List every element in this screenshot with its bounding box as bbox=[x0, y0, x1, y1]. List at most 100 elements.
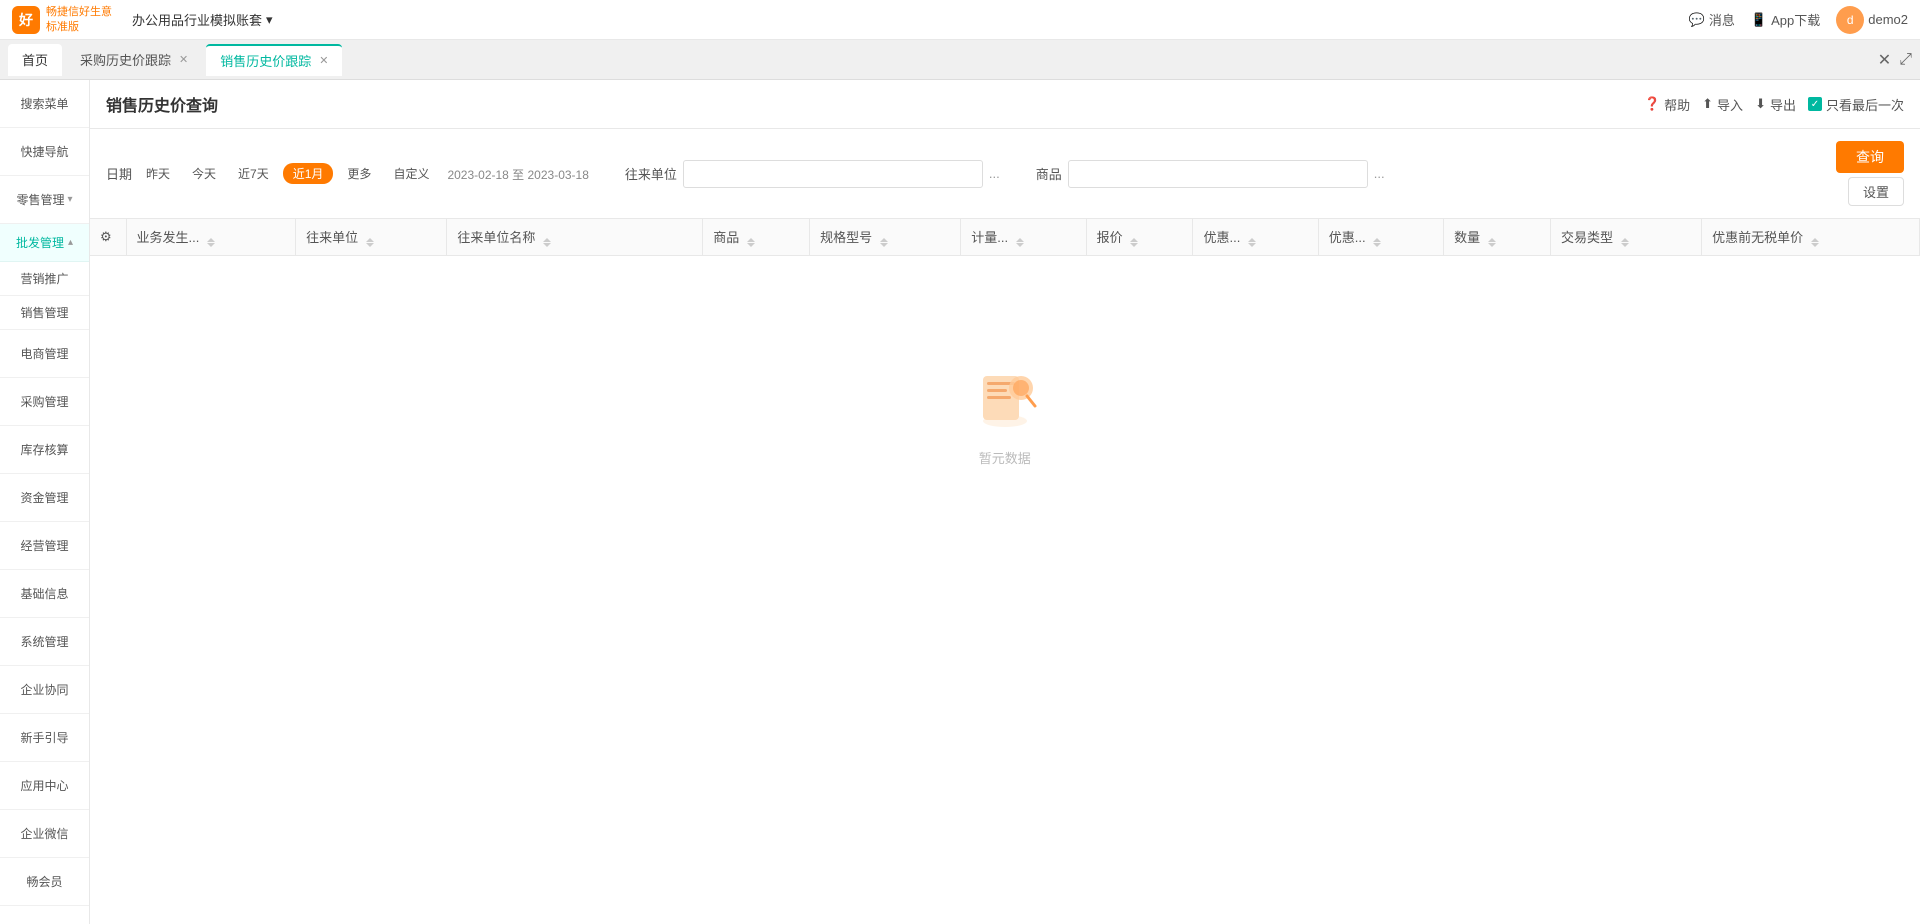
sort-trade-type[interactable] bbox=[1621, 238, 1629, 247]
user-nav[interactable]: d demo2 bbox=[1836, 6, 1908, 34]
query-button[interactable]: 查询 bbox=[1836, 141, 1904, 173]
sort-quote[interactable] bbox=[1130, 238, 1138, 247]
app-download-nav[interactable]: 📱 App下载 bbox=[1751, 10, 1820, 29]
source-unit-label: 往来单位 bbox=[625, 164, 677, 183]
tab-sales-history[interactable]: 销售历史价跟踪 ✕ bbox=[206, 44, 342, 76]
th-product[interactable]: 商品 bbox=[703, 219, 810, 256]
sidebar-item-vip-member[interactable]: 畅会员 bbox=[0, 858, 89, 906]
sidebar-item-basic-info[interactable]: 基础信息 bbox=[0, 570, 89, 618]
close-purchase-tab-icon[interactable]: ✕ bbox=[179, 53, 188, 66]
sidebar-item-purchase[interactable]: 采购管理 bbox=[0, 378, 89, 426]
sort-product[interactable] bbox=[747, 238, 755, 247]
sidebar-item-enterprise-wechat[interactable]: 企业微信 bbox=[0, 810, 89, 858]
sidebar-item-system[interactable]: 系统管理 bbox=[0, 618, 89, 666]
sort-discount2[interactable] bbox=[1373, 238, 1381, 247]
sidebar-label-finance: 资金管理 bbox=[20, 489, 68, 506]
close-all-tabs-icon[interactable]: ✕ bbox=[1878, 50, 1891, 70]
data-table: ⚙ 业务发生... 往来单位 bbox=[90, 219, 1920, 567]
sort-up-icon bbox=[1621, 238, 1629, 242]
date-btn-1month[interactable]: 近1月 bbox=[283, 163, 334, 184]
settings-button[interactable]: 设置 bbox=[1848, 177, 1904, 206]
date-btn-today[interactable]: 今天 bbox=[184, 163, 224, 184]
sort-pretax[interactable] bbox=[1811, 238, 1819, 247]
message-nav[interactable]: 💬 消息 bbox=[1689, 10, 1735, 29]
user-name-label: demo2 bbox=[1868, 12, 1908, 27]
sidebar-item-wholesale-mgmt[interactable]: 批发管理 ▴ bbox=[0, 224, 89, 262]
sidebar-item-inventory[interactable]: 库存核算 bbox=[0, 426, 89, 474]
th-spec[interactable]: 规格型号 bbox=[810, 219, 961, 256]
sort-down-icon bbox=[1811, 243, 1819, 247]
sort-discount1[interactable] bbox=[1248, 238, 1256, 247]
th-unit-measure[interactable]: 计量... bbox=[961, 219, 1086, 256]
source-unit-input[interactable] bbox=[683, 160, 983, 188]
date-filter: 日期 昨天 今天 近7天 近1月 更多 自定义 2023-02-18 至 202… bbox=[106, 163, 589, 184]
date-range-display: 2023-02-18 至 2023-03-18 bbox=[447, 166, 588, 183]
sidebar-label-enterprise-coop: 企业协同 bbox=[20, 681, 68, 698]
table-container: ⚙ 业务发生... 往来单位 bbox=[90, 219, 1920, 924]
date-btn-custom[interactable]: 自定义 bbox=[385, 163, 437, 184]
logo-icon: 好 bbox=[12, 6, 40, 34]
date-btn-yesterday[interactable]: 昨天 bbox=[138, 163, 178, 184]
sort-spec[interactable] bbox=[880, 238, 888, 247]
tab-purchase-history[interactable]: 采购历史价跟踪 ✕ bbox=[66, 44, 202, 76]
date-btn-more[interactable]: 更多 bbox=[339, 163, 379, 184]
sidebar-item-finance[interactable]: 资金管理 bbox=[0, 474, 89, 522]
sort-qty[interactable] bbox=[1488, 238, 1496, 247]
th-biz-date[interactable]: 业务发生... bbox=[126, 219, 296, 256]
th-pretax[interactable]: 优惠前无税单价 bbox=[1702, 219, 1920, 256]
th-unit-name[interactable]: 往来单位名称 bbox=[447, 219, 703, 256]
product-dots[interactable]: ... bbox=[1374, 166, 1385, 181]
th-quote[interactable]: 报价 bbox=[1086, 219, 1193, 256]
sort-down-icon bbox=[1488, 243, 1496, 247]
sidebar-item-retail-mgmt[interactable]: 零售管理 ▾ bbox=[0, 176, 89, 224]
gear-icon[interactable]: ⚙ bbox=[100, 229, 112, 244]
sidebar-label-basic-info: 基础信息 bbox=[20, 585, 68, 602]
checkbox-only-last[interactable]: ✓ bbox=[1808, 97, 1822, 111]
sort-up-icon bbox=[1488, 238, 1496, 242]
sidebar-item-enterprise-coop[interactable]: 企业协同 bbox=[0, 666, 89, 714]
sort-unit-measure[interactable] bbox=[1016, 238, 1024, 247]
sort-up-icon bbox=[207, 238, 215, 242]
table-header-row: ⚙ 业务发生... 往来单位 bbox=[90, 219, 1920, 256]
sidebar-item-new-guide[interactable]: 新手引导 bbox=[0, 714, 89, 762]
maximize-icon[interactable]: ⤢ bbox=[1899, 51, 1912, 69]
th-gear[interactable]: ⚙ bbox=[90, 219, 126, 256]
sort-up-icon bbox=[1373, 238, 1381, 242]
only-last-action[interactable]: ✓ 只看最后一次 bbox=[1808, 95, 1904, 114]
tab-home[interactable]: 首页 bbox=[8, 44, 62, 76]
th-qty[interactable]: 数量 bbox=[1444, 219, 1551, 256]
sidebar-item-sales-mgmt[interactable]: 销售管理 bbox=[0, 296, 89, 330]
sidebar-item-quick-nav[interactable]: 快捷导航 bbox=[0, 128, 89, 176]
close-sales-tab-icon[interactable]: ✕ bbox=[319, 54, 328, 67]
sidebar-item-search-menu[interactable]: 搜索菜单 bbox=[0, 80, 89, 128]
sidebar-label-vip-member: 畅会员 bbox=[26, 873, 62, 890]
logo-text: 畅捷信好生意 标准版 bbox=[46, 5, 112, 34]
sidebar-item-ops[interactable]: 经营管理 bbox=[0, 522, 89, 570]
th-discount2[interactable]: 优惠... bbox=[1318, 219, 1443, 256]
empty-state: 暂元数据 bbox=[90, 256, 1920, 567]
th-unit-id[interactable]: 往来单位 bbox=[296, 219, 447, 256]
date-label: 日期 bbox=[106, 164, 132, 183]
empty-text: 暂元数据 bbox=[979, 448, 1031, 467]
import-action[interactable]: ⬆ 导入 bbox=[1702, 95, 1743, 114]
sidebar-label-ops: 经营管理 bbox=[20, 537, 68, 554]
product-input[interactable] bbox=[1068, 160, 1368, 188]
help-action[interactable]: ❓ 帮助 bbox=[1644, 95, 1690, 114]
th-discount1[interactable]: 优惠... bbox=[1193, 219, 1318, 256]
app-name-label: 办公用品行业模拟账套 bbox=[132, 10, 262, 29]
sort-up-icon bbox=[1248, 238, 1256, 242]
sidebar-item-marketing[interactable]: 营销推广 bbox=[0, 262, 89, 296]
source-unit-dots[interactable]: ... bbox=[989, 166, 1000, 181]
export-action[interactable]: ⬇ 导出 bbox=[1755, 95, 1796, 114]
sort-up-icon bbox=[366, 238, 374, 242]
sidebar-item-ecommerce[interactable]: 电商管理 bbox=[0, 330, 89, 378]
th-trade-type[interactable]: 交易类型 bbox=[1550, 219, 1701, 256]
app-selector[interactable]: 办公用品行业模拟账套 ▾ bbox=[132, 10, 273, 29]
sidebar-item-app-center[interactable]: 应用中心 bbox=[0, 762, 89, 810]
sort-biz-date[interactable] bbox=[207, 238, 215, 247]
sort-unit-name[interactable] bbox=[543, 238, 551, 247]
date-btn-7days[interactable]: 近7天 bbox=[230, 163, 277, 184]
sort-unit-id[interactable] bbox=[366, 238, 374, 247]
sidebar-label-marketing: 营销推广 bbox=[20, 270, 68, 287]
chevron-up-icon: ▴ bbox=[68, 237, 73, 248]
